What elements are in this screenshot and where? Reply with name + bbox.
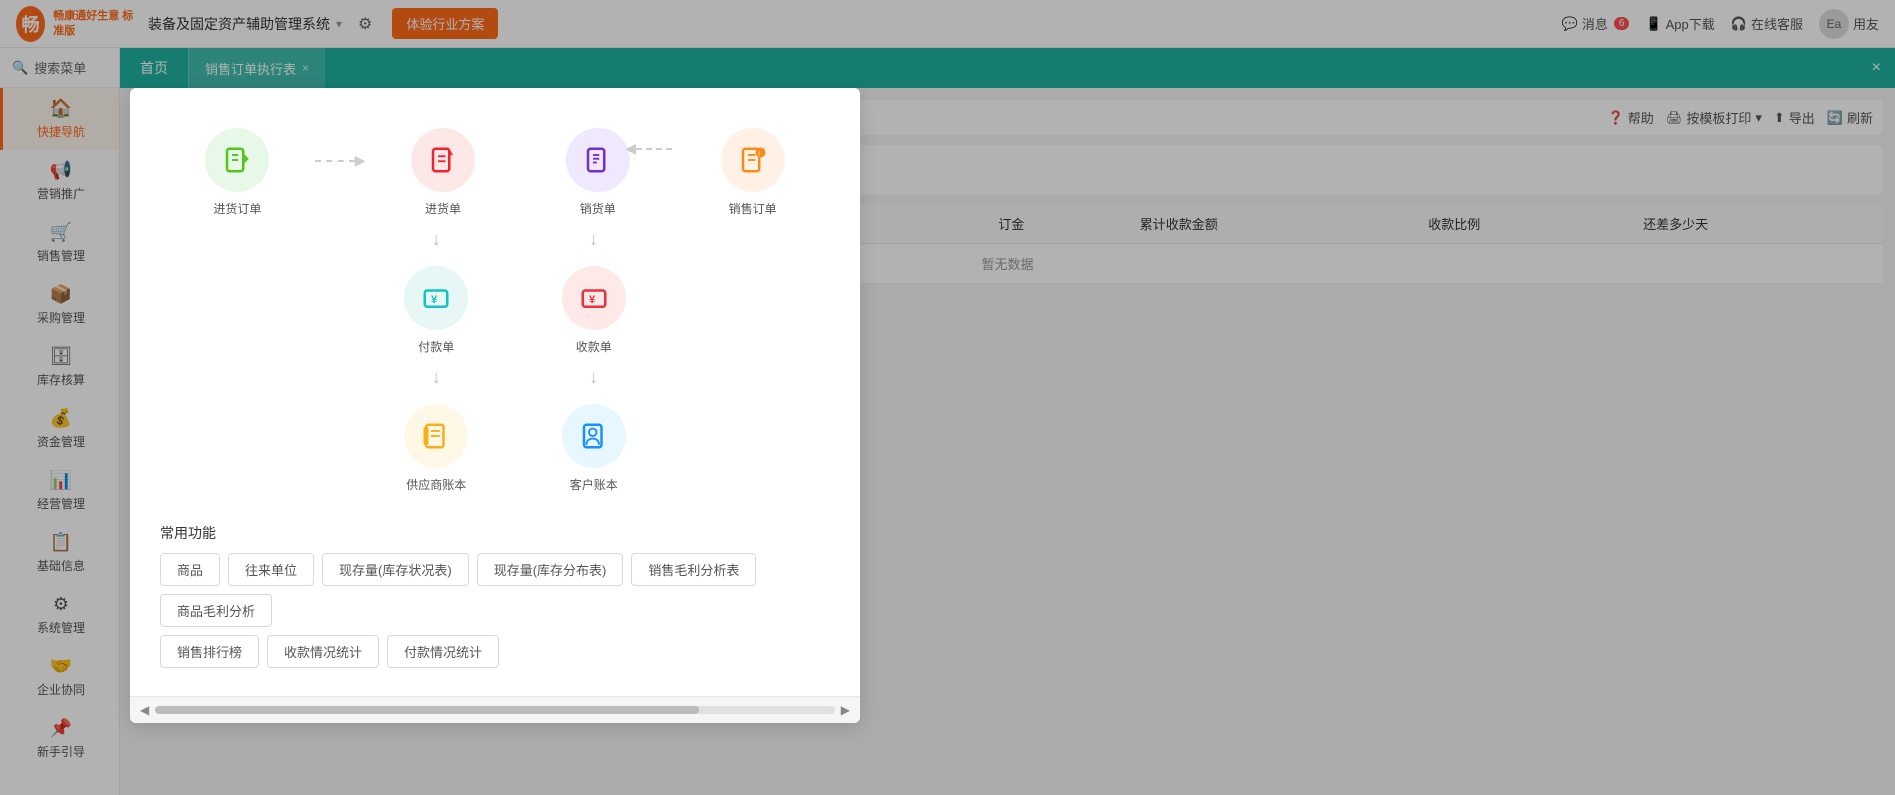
customer-ledger-icon xyxy=(562,404,626,468)
arrow-down-customer: ↓ xyxy=(515,365,673,394)
payment-bill-icon: ¥ xyxy=(404,266,468,330)
func-stock-dist[interactable]: 现存量(库存分布表) xyxy=(477,553,624,586)
popup-scrollbar: ◀ ▶ xyxy=(130,696,860,723)
supplier-ledger-label: 供应商账本 xyxy=(406,476,466,493)
func-stock-status[interactable]: 现存量(库存状况表) xyxy=(322,553,469,586)
purchase-bill-icon xyxy=(411,128,475,192)
customer-ledger-label: 客户账本 xyxy=(570,476,618,493)
svg-text:!: ! xyxy=(758,149,760,158)
flow-purchase-order[interactable]: 进货订单 xyxy=(160,118,315,227)
payment-bill-label: 付款单 xyxy=(418,338,454,355)
function-btns-row2: 销售排行榜 收款情况统计 付款情况统计 xyxy=(160,635,830,668)
func-payment-stats[interactable]: 付款情况统计 xyxy=(387,635,499,668)
scroll-track[interactable] xyxy=(155,706,835,714)
flow-sales-order[interactable]: ◀ ! 销售订单 xyxy=(675,118,830,227)
purchase-order-icon xyxy=(205,128,269,192)
flow-sales-bill[interactable]: 销货单 xyxy=(520,118,675,227)
flow-supplier-ledger[interactable]: 供应商账本 xyxy=(358,394,516,503)
function-btns-row1: 商品 往来单位 现存量(库存状况表) 现存量(库存分布表) 销售毛利分析表 商品… xyxy=(160,553,830,627)
func-contacts[interactable]: 往来单位 xyxy=(228,553,314,586)
flow-customer-ledger[interactable]: 客户账本 xyxy=(515,394,673,503)
sales-order-label: 销售订单 xyxy=(729,200,777,217)
arrow-1: ▶ xyxy=(315,152,366,193)
sales-order-icon: ! xyxy=(721,128,785,192)
purchase-order-label: 进货订单 xyxy=(213,200,261,217)
common-section-title: 常用功能 xyxy=(160,523,830,543)
overlay[interactable]: 进货订单 ▶ xyxy=(0,0,1895,795)
flow-purchase-bill[interactable]: 进货单 xyxy=(366,118,521,227)
arrow-down-supplier: ↓ xyxy=(358,365,516,394)
func-receipt-stats[interactable]: 收款情况统计 xyxy=(267,635,379,668)
scroll-right-icon[interactable]: ▶ xyxy=(841,703,850,717)
func-sales-margin[interactable]: 销售毛利分析表 xyxy=(631,553,756,586)
receipt-bill-label: 收款单 xyxy=(576,338,612,355)
svg-text:¥: ¥ xyxy=(589,294,596,306)
purchase-bill-label: 进货单 xyxy=(425,200,461,217)
func-goods[interactable]: 商品 xyxy=(160,553,220,586)
arrow-down-payment: ↓ xyxy=(358,227,516,256)
receipt-bill-icon: ¥ xyxy=(562,266,626,330)
func-sales-rank[interactable]: 销售排行榜 xyxy=(160,635,259,668)
common-section: 常用功能 商品 往来单位 现存量(库存状况表) 现存量(库存分布表) 销售毛利分… xyxy=(130,523,860,696)
flow-section: 进货订单 ▶ xyxy=(130,88,860,523)
svg-text:¥: ¥ xyxy=(431,294,438,306)
sales-bill-label: 销货单 xyxy=(580,200,616,217)
func-goods-margin[interactable]: 商品毛利分析 xyxy=(160,594,272,627)
flow-payment-bill[interactable]: ¥ 付款单 xyxy=(358,256,516,365)
supplier-ledger-icon xyxy=(404,404,468,468)
scroll-thumb xyxy=(155,706,699,714)
sales-bill-icon xyxy=(566,128,630,192)
arrow-down-receipt: ↓ xyxy=(515,227,673,256)
popup-panel: 进货订单 ▶ xyxy=(130,88,860,723)
flow-receipt-bill[interactable]: ¥ 收款单 xyxy=(515,256,673,365)
scroll-left-icon[interactable]: ◀ xyxy=(140,703,149,717)
